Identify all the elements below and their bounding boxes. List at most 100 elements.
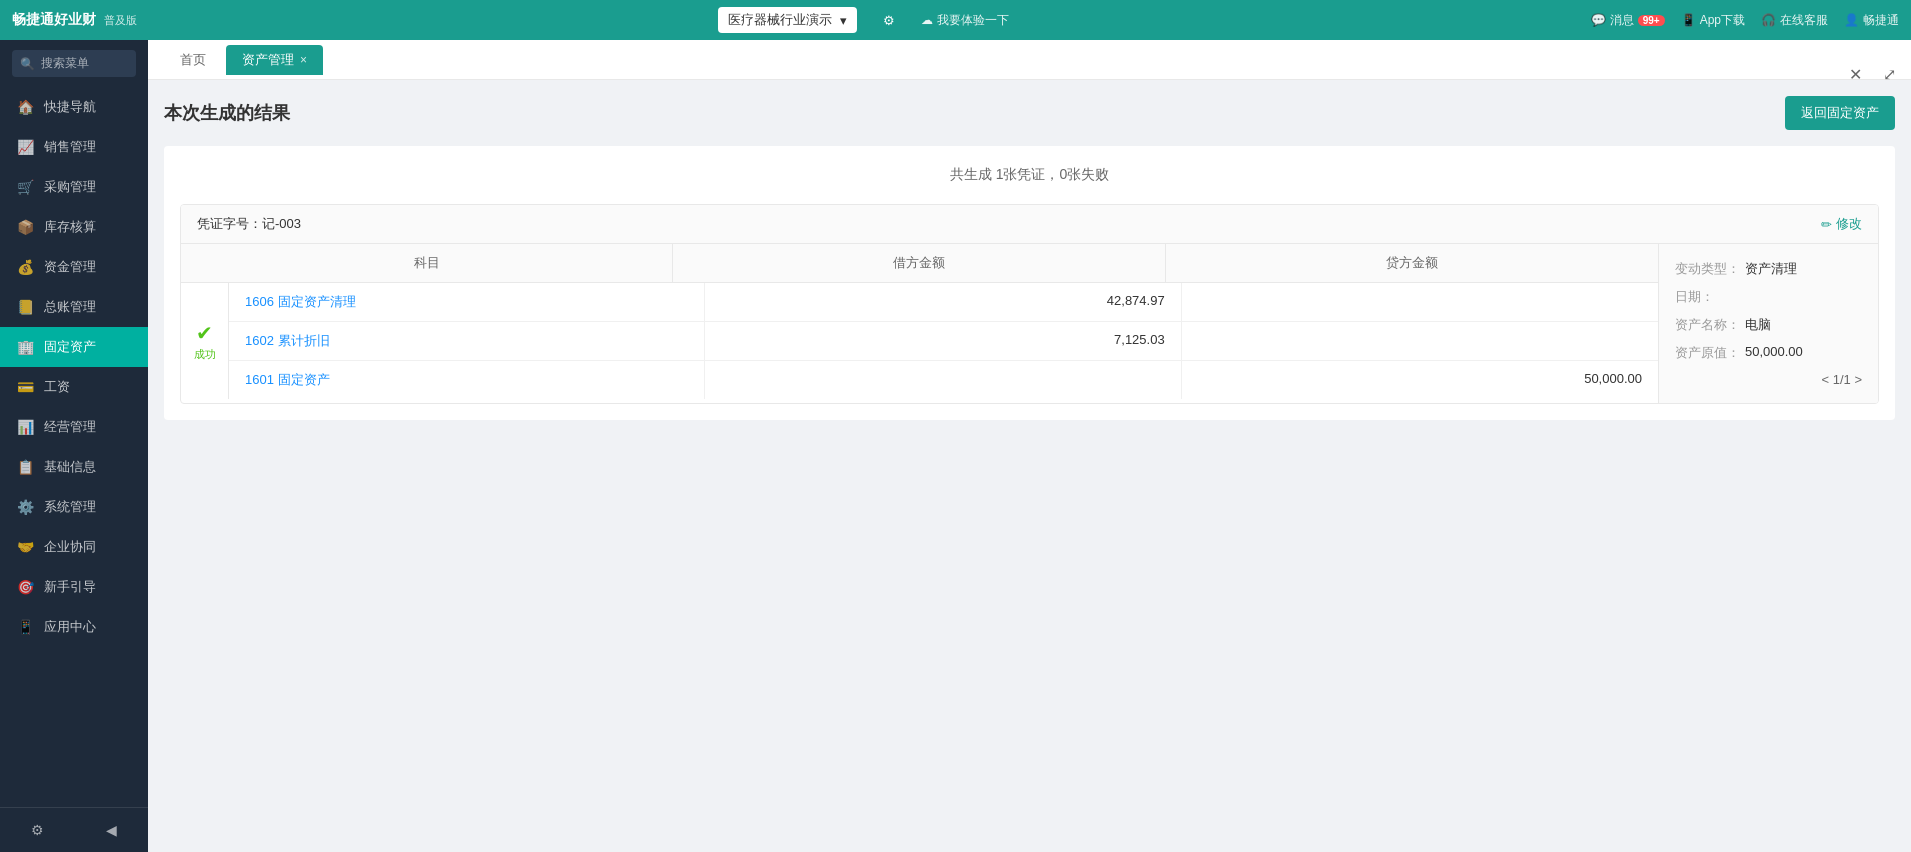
app-download-label: App下载 — [1700, 12, 1745, 29]
voucher-number: 凭证字号：记-003 — [197, 215, 301, 233]
result-summary: 共生成 1张凭证，0张失败 — [164, 146, 1895, 204]
sidebar-item-quick-nav[interactable]: 🏠 快捷导航 — [0, 87, 148, 127]
sidebar-item-label: 快捷导航 — [44, 98, 96, 116]
business-icon: 📊 — [16, 418, 34, 436]
sidebar-item-fixed-assets[interactable]: 🏢 固定资产 — [0, 327, 148, 367]
company-name: 医疗器械行业演示 — [728, 11, 832, 29]
ledger-icon: 📒 — [16, 298, 34, 316]
edit-button[interactable]: ✏ 修改 — [1821, 215, 1862, 233]
asset-name-label: 资产名称： — [1675, 316, 1745, 334]
modal-controls: ✕ ⤢ — [1841, 60, 1903, 88]
tab-close-btn[interactable]: × — [300, 53, 307, 67]
original-value-value: 50,000.00 — [1745, 344, 1803, 362]
payroll-icon: 💳 — [16, 378, 34, 396]
summary-text: 共生成 1张凭证，0张失败 — [950, 166, 1109, 182]
return-button[interactable]: 返回固定资产 — [1785, 96, 1895, 130]
sidebar-item-funds[interactable]: 💰 资金管理 — [0, 247, 148, 287]
dropdown-icon: ▾ — [840, 13, 847, 28]
sidebar-item-payroll[interactable]: 💳 工资 — [0, 367, 148, 407]
quick-nav-icon: 🏠 — [16, 98, 34, 116]
sidebar-menu: 🏠 快捷导航 📈 销售管理 🛒 采购管理 📦 库存核算 💰 资金管理 📒 — [0, 87, 148, 807]
sidebar-item-guide[interactable]: 🎯 新手引导 — [0, 567, 148, 607]
header-debit: 借方金额 — [673, 244, 1165, 282]
voucher-section: 凭证字号：记-003 ✏ 修改 科目 — [180, 204, 1879, 404]
sidebar-item-label: 经营管理 — [44, 418, 96, 436]
cell-debit-2: 7,125.03 — [705, 322, 1181, 360]
sidebar-item-inventory[interactable]: 📦 库存核算 — [0, 207, 148, 247]
side-panel: 变动类型： 资产清理 日期： 资产名称： 电脑 — [1658, 244, 1878, 403]
sidebar-item-ledger[interactable]: 📒 总账管理 — [0, 287, 148, 327]
expand-modal-btn[interactable]: ⤢ — [1875, 60, 1903, 88]
date-label: 日期： — [1675, 288, 1745, 306]
cloud-icon: ☁ — [921, 13, 933, 27]
messages-btn[interactable]: 💬 消息 99+ — [1591, 12, 1665, 29]
table-main: 科目 借方金额 贷方金额 — [181, 244, 1658, 403]
sidebar-item-base-info[interactable]: 📋 基础信息 — [0, 447, 148, 487]
cell-debit-3 — [705, 361, 1181, 399]
topbar-left: 畅捷通好业财 普及版 — [12, 11, 137, 29]
table-row: 1606 固定资产清理 42,874.97 — [229, 283, 1658, 322]
sidebar-item-label: 系统管理 — [44, 498, 96, 516]
change-type-value: 资产清理 — [1745, 260, 1797, 278]
change-type-row: 变动类型： 资产清理 — [1675, 260, 1862, 278]
service-icon: 🎧 — [1761, 13, 1776, 27]
cell-subject-2[interactable]: 1602 累计折旧 — [229, 322, 705, 360]
cell-debit-1: 42,874.97 — [705, 283, 1181, 321]
user-btn[interactable]: 👤 畅捷通 — [1844, 12, 1899, 29]
header-subject: 科目 — [181, 244, 673, 282]
gear-icon: ⚙ — [883, 13, 895, 28]
edit-label: 修改 — [1836, 215, 1862, 233]
table-rows-wrapper: ✔ 成功 1606 固定资产清理 — [181, 283, 1658, 399]
company-selector[interactable]: 医疗器械行业演示 ▾ — [718, 7, 857, 33]
tab-asset-management[interactable]: 资产管理 × — [226, 45, 323, 75]
sidebar-item-purchase[interactable]: 🛒 采购管理 — [0, 167, 148, 207]
sidebar: 🔍 搜索菜单 🏠 快捷导航 📈 销售管理 🛒 采购管理 📦 库存核算 — [0, 40, 148, 852]
experience-label: 我要体验一下 — [937, 12, 1009, 29]
close-modal-btn[interactable]: ✕ — [1841, 60, 1869, 88]
cell-subject-3[interactable]: 1601 固定资产 — [229, 361, 705, 399]
messages-label: 消息 — [1610, 12, 1634, 29]
sidebar-item-business[interactable]: 📊 经营管理 — [0, 407, 148, 447]
sales-icon: 📈 — [16, 138, 34, 156]
sidebar-item-label: 销售管理 — [44, 138, 96, 156]
cell-credit-3: 50,000.00 — [1182, 361, 1658, 399]
sidebar-search[interactable]: 🔍 搜索菜单 — [0, 40, 148, 87]
search-label: 搜索菜单 — [41, 55, 89, 72]
edit-icon: ✏ — [1821, 217, 1832, 232]
search-input-wrapper[interactable]: 🔍 搜索菜单 — [12, 50, 136, 77]
topbar-right: 💬 消息 99+ 📱 App下载 🎧 在线客服 👤 畅捷通 — [1591, 12, 1899, 29]
app-download-btn[interactable]: 📱 App下载 — [1681, 12, 1745, 29]
sidebar-item-label: 采购管理 — [44, 178, 96, 196]
pagination[interactable]: < 1/1 > — [1675, 372, 1862, 387]
sidebar-item-label: 工资 — [44, 378, 70, 396]
voucher-header: 凭证字号：记-003 ✏ 修改 — [181, 205, 1878, 244]
table-rows: 1606 固定资产清理 42,874.97 — [229, 283, 1658, 399]
original-value-row: 资产原值： 50,000.00 — [1675, 344, 1862, 362]
settings-btn[interactable]: ⚙ — [873, 9, 905, 32]
tab-home-label: 首页 — [180, 52, 206, 67]
sidebar-item-label: 固定资产 — [44, 338, 96, 356]
success-icon: ✔ — [196, 321, 213, 345]
sidebar-item-label: 库存核算 — [44, 218, 96, 236]
original-value-label: 资产原值： — [1675, 344, 1745, 362]
experience-btn[interactable]: ☁ 我要体验一下 — [921, 12, 1009, 29]
collapse-icon[interactable]: ◀ — [100, 816, 123, 844]
page-content: 本次生成的结果 返回固定资产 共生成 1张凭证，0张失败 凭证字号：记-003 … — [148, 80, 1911, 852]
cell-subject-1[interactable]: 1606 固定资产清理 — [229, 283, 705, 321]
main-layout: 🔍 搜索菜单 🏠 快捷导航 📈 销售管理 🛒 采购管理 📦 库存核算 — [0, 40, 1911, 852]
tab-home[interactable]: 首页 — [164, 45, 222, 75]
funds-icon: 💰 — [16, 258, 34, 276]
sidebar-item-system[interactable]: ⚙️ 系统管理 — [0, 487, 148, 527]
tab-bar: 首页 资产管理 × — [148, 40, 1911, 80]
sidebar-item-label: 基础信息 — [44, 458, 96, 476]
online-service-btn[interactable]: 🎧 在线客服 — [1761, 12, 1828, 29]
voucher-table: 科目 借方金额 贷方金额 — [181, 244, 1878, 403]
sidebar-item-sales[interactable]: 📈 销售管理 — [0, 127, 148, 167]
settings-bottom-icon[interactable]: ⚙ — [25, 816, 50, 844]
asset-name-value: 电脑 — [1745, 316, 1771, 334]
sidebar-item-enterprise[interactable]: 🤝 企业协同 — [0, 527, 148, 567]
date-row: 日期： — [1675, 288, 1862, 306]
sidebar-item-app-center[interactable]: 📱 应用中心 — [0, 607, 148, 647]
download-icon: 📱 — [1681, 13, 1696, 27]
user-icon: 👤 — [1844, 13, 1859, 27]
